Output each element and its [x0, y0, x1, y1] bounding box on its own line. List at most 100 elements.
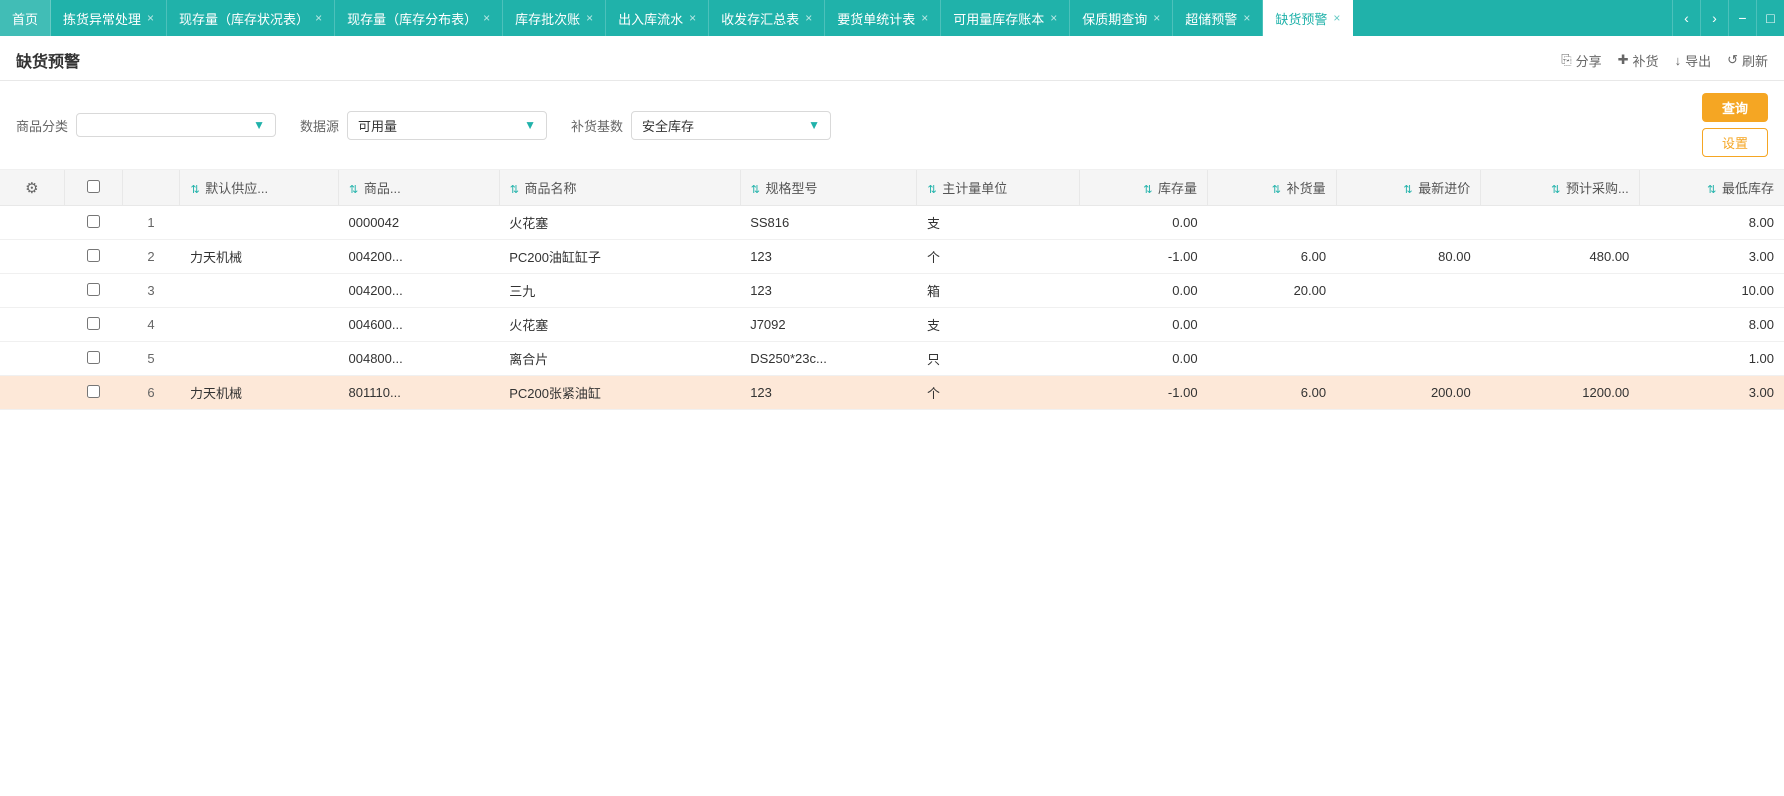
row-estimated-3 [1481, 308, 1640, 342]
row-checkbox-cell-3 [64, 308, 122, 342]
row-settings-3 [0, 308, 64, 342]
category-select[interactable]: ▼ [76, 113, 276, 137]
minstock-sort-icon: ⇅ [1707, 184, 1716, 196]
tab-close-btn-9[interactable]: × [1153, 11, 1160, 25]
tab-close-btn-3[interactable]: × [483, 11, 490, 25]
datasource-value: 可用量 [358, 116, 397, 135]
filter-category: 商品分类 ▼ [16, 113, 276, 137]
tab-close-btn-5[interactable]: × [689, 11, 696, 25]
col-unit-header[interactable]: ⇅ 主计量单位 [917, 170, 1079, 206]
row-price-3 [1336, 308, 1481, 342]
table-header-row: ⚙ ⇅ 默认供应... ⇅ 商品... ⇅ [0, 170, 1784, 206]
select-all-checkbox[interactable] [87, 180, 100, 193]
col-replenish-header[interactable]: ⇅ 补货量 [1208, 170, 1337, 206]
row-checkbox-2[interactable] [87, 283, 100, 296]
row-name-5: PC200张紧油缸 [499, 376, 740, 410]
row-minstock-0: 8.00 [1639, 206, 1784, 240]
row-supplier-4 [180, 342, 339, 376]
row-price-0 [1336, 206, 1481, 240]
tab-prev-btn[interactable]: ‹ [1672, 0, 1700, 36]
row-checkbox-5[interactable] [87, 385, 100, 398]
price-sort-icon: ⇅ [1403, 184, 1412, 196]
tab-item-0[interactable]: 首页 [0, 0, 51, 36]
row-spec-2: 123 [740, 274, 917, 308]
col-name-label: 商品名称 [525, 181, 577, 196]
row-spec-1: 123 [740, 240, 917, 274]
col-code-label: 商品... [364, 181, 401, 196]
tab-item-10[interactable]: 超储预警× [1173, 0, 1263, 36]
tab-minimize-btn[interactable]: − [1728, 0, 1756, 36]
tab-item-11[interactable]: 缺货预警× [1263, 0, 1353, 36]
row-code-4: 004800... [339, 342, 500, 376]
row-minstock-3: 8.00 [1639, 308, 1784, 342]
row-checkbox-3[interactable] [87, 317, 100, 330]
replenish-icon: ✚ [1618, 52, 1629, 68]
row-replenish-0 [1208, 206, 1337, 240]
row-supplier-0 [180, 206, 339, 240]
row-minstock-5: 3.00 [1639, 376, 1784, 410]
tab-item-7[interactable]: 要货单统计表× [825, 0, 941, 36]
datasource-select[interactable]: 可用量 ▼ [347, 111, 547, 140]
tab-close-btn-4[interactable]: × [586, 11, 593, 25]
tab-item-8[interactable]: 可用量库存账本× [941, 0, 1070, 36]
export-label: 导出 [1685, 51, 1711, 70]
datasource-label: 数据源 [300, 116, 339, 135]
row-name-3: 火花塞 [499, 308, 740, 342]
row-checkbox-1[interactable] [87, 249, 100, 262]
col-supplier-header[interactable]: ⇅ 默认供应... [180, 170, 339, 206]
refresh-button[interactable]: ↺ 刷新 [1727, 51, 1768, 70]
tab-close-btn-8[interactable]: × [1050, 11, 1057, 25]
col-code-header[interactable]: ⇅ 商品... [339, 170, 500, 206]
row-price-4 [1336, 342, 1481, 376]
row-supplier-2 [180, 274, 339, 308]
tab-close-btn-2[interactable]: × [315, 11, 322, 25]
tab-close-btn-1[interactable]: × [147, 11, 154, 25]
replenish-button[interactable]: ✚ 补货 [1618, 51, 1659, 70]
tab-item-1[interactable]: 拣货异常处理× [51, 0, 167, 36]
table-row: 2 力天机械 004200... PC200油缸缸子 123 个 -1.00 6… [0, 240, 1784, 274]
row-stock-4: 0.00 [1079, 342, 1208, 376]
col-spec-header[interactable]: ⇅ 规格型号 [740, 170, 917, 206]
page-header: 缺货预警 ⎘ 分享 ✚ 补货 ↓ 导出 ↺ 刷新 [0, 36, 1784, 81]
export-button[interactable]: ↓ 导出 [1675, 51, 1712, 70]
column-settings-icon[interactable]: ⚙ [25, 180, 38, 197]
estimated-sort-icon: ⇅ [1551, 184, 1560, 196]
col-estimated-header[interactable]: ⇅ 预计采购... [1481, 170, 1640, 206]
tab-item-4[interactable]: 库存批次账× [503, 0, 606, 36]
row-estimated-4 [1481, 342, 1640, 376]
tab-item-9[interactable]: 保质期查询× [1070, 0, 1173, 36]
tab-close-btn-7[interactable]: × [921, 11, 928, 25]
tab-item-5[interactable]: 出入库流水× [606, 0, 709, 36]
col-stock-header[interactable]: ⇅ 库存量 [1079, 170, 1208, 206]
main-table: ⚙ ⇅ 默认供应... ⇅ 商品... ⇅ [0, 170, 1784, 410]
tab-close-btn-10[interactable]: × [1243, 11, 1250, 25]
row-checkbox-4[interactable] [87, 351, 100, 364]
row-checkbox-cell-2 [64, 274, 122, 308]
query-button[interactable]: 查询 [1702, 93, 1768, 122]
row-code-2: 004200... [339, 274, 500, 308]
tab-close-btn-11[interactable]: × [1333, 11, 1340, 25]
row-checkbox-0[interactable] [87, 215, 100, 228]
tab-nav-buttons: ‹ › − □ [1672, 0, 1784, 36]
col-name-header[interactable]: ⇅ 商品名称 [499, 170, 740, 206]
supplier-sort-icon: ⇅ [190, 184, 199, 196]
replenish-base-select[interactable]: 安全库存 ▼ [631, 111, 831, 140]
row-num-0: 1 [122, 206, 180, 240]
tab-next-btn[interactable]: › [1700, 0, 1728, 36]
settings-button[interactable]: 设置 [1702, 128, 1768, 157]
share-icon: ⎘ [1561, 52, 1571, 68]
tab-item-2[interactable]: 现存量（库存状况表）× [167, 0, 335, 36]
replenish-base-value: 安全库存 [642, 116, 694, 135]
tab-item-3[interactable]: 现存量（库存分布表）× [335, 0, 503, 36]
row-num-3: 4 [122, 308, 180, 342]
row-name-2: 三九 [499, 274, 740, 308]
col-minstock-header[interactable]: ⇅ 最低库存 [1639, 170, 1784, 206]
share-button[interactable]: ⎘ 分享 [1561, 51, 1601, 70]
tab-maximize-btn[interactable]: □ [1756, 0, 1784, 36]
row-unit-1: 个 [917, 240, 1079, 274]
col-price-header[interactable]: ⇅ 最新进价 [1336, 170, 1481, 206]
tab-item-6[interactable]: 收发存汇总表× [709, 0, 825, 36]
row-settings-4 [0, 342, 64, 376]
tab-close-btn-6[interactable]: × [805, 11, 812, 25]
col-minstock-label: 最低库存 [1722, 181, 1774, 196]
